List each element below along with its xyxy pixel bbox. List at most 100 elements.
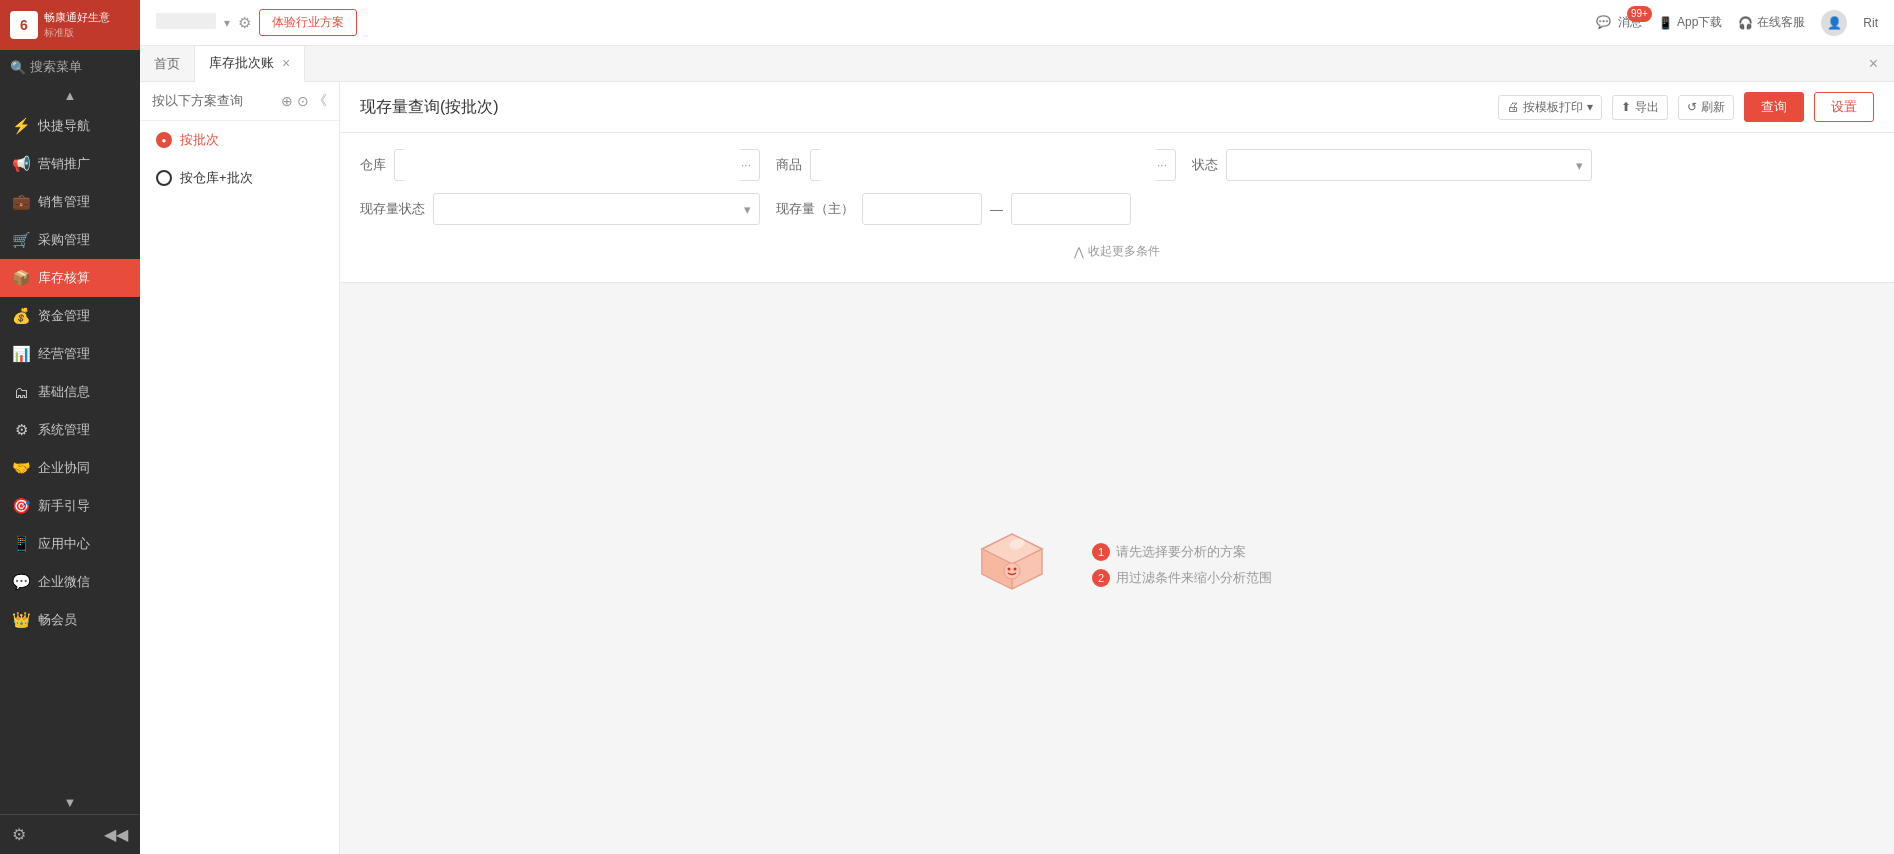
- sidebar-item-label-sales: 销售管理: [38, 193, 90, 211]
- vip-icon: 👑: [12, 611, 30, 629]
- refresh-btn[interactable]: ↺ 刷新: [1678, 95, 1734, 120]
- username[interactable]: Rit: [1863, 16, 1878, 30]
- sidebar-item-app-center[interactable]: 📱 应用中心: [0, 525, 140, 563]
- sidebar-item-label-basic: 基础信息: [38, 383, 90, 401]
- svg-point-7: [1014, 567, 1017, 570]
- finance-icon: 💰: [12, 307, 30, 325]
- collapse-left-panel-btn[interactable]: 《: [313, 92, 327, 110]
- trial-btn[interactable]: 体验行业方案: [259, 9, 357, 36]
- print-btn[interactable]: 🖨 按模板打印 ▾: [1498, 95, 1602, 120]
- message-btn[interactable]: 💬 99+ 消息: [1596, 14, 1642, 31]
- filter-stock-qty: 现存量（主） —: [776, 193, 1176, 225]
- main: ▾ ⚙ 体验行业方案 💬 99+ 消息 📱 App下载 🎧 在线客服 👤 Rit: [140, 0, 1894, 854]
- collapse-icon: ⋀: [1074, 245, 1084, 259]
- sidebar-item-system[interactable]: ⚙ 系统管理: [0, 411, 140, 449]
- product-input-wrap[interactable]: ···: [810, 149, 1176, 181]
- sidebar-company-name: 畅康通好生意: [44, 10, 110, 25]
- close-all-tabs-icon[interactable]: ×: [1869, 55, 1878, 73]
- app-center-icon: 📱: [12, 535, 30, 553]
- sidebar-item-operations[interactable]: 📊 经营管理: [0, 335, 140, 373]
- product-input[interactable]: [819, 149, 1157, 181]
- sidebar-item-newbie[interactable]: 🎯 新手引导: [0, 487, 140, 525]
- status-select[interactable]: ▾: [1226, 149, 1592, 181]
- scheme-settings-btn[interactable]: ⊙: [297, 93, 309, 109]
- export-label: 导出: [1635, 99, 1659, 116]
- left-panel-title: 按以下方案查询: [152, 92, 243, 110]
- query-btn[interactable]: 查询: [1744, 92, 1804, 122]
- sidebar-item-basic[interactable]: 🗂 基础信息: [0, 373, 140, 411]
- quick-nav-icon: ⚡: [12, 117, 30, 135]
- stock-qty-max-input[interactable]: [1011, 193, 1131, 225]
- scheme-dot-by-batch: ●: [156, 132, 172, 148]
- sidebar-search[interactable]: 🔍 搜索菜单: [0, 50, 140, 84]
- sidebar-item-label-finance: 资金管理: [38, 307, 90, 325]
- settings-btn[interactable]: 设置: [1814, 92, 1874, 122]
- topbar-dropdown-icon[interactable]: ▾: [224, 16, 230, 30]
- svg-point-6: [1008, 567, 1011, 570]
- scheme-item-by-batch[interactable]: ● 按批次: [140, 121, 339, 159]
- refresh-label: 刷新: [1701, 99, 1725, 116]
- hint-text-1: 请先选择要分析的方案: [1116, 543, 1246, 561]
- sidebar-item-inventory[interactable]: 📦 库存核算: [0, 259, 140, 297]
- sidebar-item-marketing[interactable]: 📢 营销推广: [0, 145, 140, 183]
- sidebar-item-label-purchase: 采购管理: [38, 231, 90, 249]
- purchase-icon: 🛒: [12, 231, 30, 249]
- basic-icon: 🗂: [12, 383, 30, 401]
- status-label: 状态: [1192, 156, 1218, 174]
- collapse-sidebar-icon[interactable]: ◀◀: [104, 825, 128, 844]
- sidebar-item-enterprise[interactable]: 🤝 企业协同: [0, 449, 140, 487]
- warehouse-input-wrap[interactable]: ···: [394, 149, 760, 181]
- scheme-label-by-batch: 按批次: [180, 131, 219, 149]
- system-icon: ⚙: [12, 421, 30, 439]
- sidebar-item-label-newbie: 新手引导: [38, 497, 90, 515]
- sidebar-scroll-up[interactable]: ▲: [0, 84, 140, 107]
- empty-hints: 1 请先选择要分析的方案 2 用过滤条件来缩小分析范围: [1092, 543, 1272, 595]
- status-dropdown-icon: ▾: [1576, 158, 1583, 173]
- stock-status-select[interactable]: ▾: [433, 193, 760, 225]
- tab-inventory-batch[interactable]: 库存批次账 ×: [195, 46, 305, 82]
- left-panel-header: 按以下方案查询 ⊕ ⊙ 《: [140, 82, 339, 121]
- sidebar-item-finance[interactable]: 💰 资金管理: [0, 297, 140, 335]
- sidebar-item-quick-nav[interactable]: ⚡ 快捷导航: [0, 107, 140, 145]
- sidebar-menu: ⚡ 快捷导航 📢 营销推广 💼 销售管理 🛒 采购管理 📦 库存核算 💰 资金管…: [0, 107, 140, 791]
- export-icon: ⬆: [1621, 100, 1631, 114]
- product-dots-btn[interactable]: ···: [1157, 158, 1167, 172]
- sidebar-item-vip[interactable]: 👑 畅会员: [0, 601, 140, 639]
- warehouse-dots-btn[interactable]: ···: [741, 158, 751, 172]
- right-panel: 现存量查询(按批次) 🖨 按模板打印 ▾ ⬆ 导出 ↺ 刷新: [340, 82, 1894, 854]
- left-panel-actions: ⊕ ⊙ 《: [281, 92, 327, 110]
- filter-row-1: 仓库 ··· 商品 ···: [360, 149, 1874, 181]
- stock-status-dropdown-icon: ▾: [744, 202, 751, 217]
- enterprise-icon: 🤝: [12, 459, 30, 477]
- print-dropdown-icon[interactable]: ▾: [1587, 100, 1593, 114]
- service-icon: 🎧: [1738, 16, 1753, 30]
- sidebar-item-purchase[interactable]: 🛒 采购管理: [0, 221, 140, 259]
- message-badge: 99+: [1627, 6, 1652, 22]
- stock-qty-min-input[interactable]: [862, 193, 982, 225]
- online-service-btn[interactable]: 🎧 在线客服: [1738, 14, 1805, 31]
- app-download-btn[interactable]: 📱 App下载: [1658, 14, 1722, 31]
- tab-home[interactable]: 首页: [140, 46, 195, 81]
- user-avatar[interactable]: 👤: [1821, 10, 1847, 36]
- print-icon: 🖨: [1507, 100, 1519, 114]
- sidebar-item-label-system: 系统管理: [38, 421, 90, 439]
- sidebar-logo: 6: [10, 11, 38, 39]
- page-header: 现存量查询(按批次) 🖨 按模板打印 ▾ ⬆ 导出 ↺ 刷新: [340, 82, 1894, 133]
- warehouse-input[interactable]: [403, 149, 741, 181]
- sidebar-scroll-down[interactable]: ▼: [0, 791, 140, 814]
- sidebar-item-wechat[interactable]: 💬 企业微信: [0, 563, 140, 601]
- svg-point-5: [1004, 563, 1020, 579]
- collapse-filter-btn[interactable]: ⋀ 收起更多条件: [360, 237, 1874, 266]
- sidebar-item-sales[interactable]: 💼 销售管理: [0, 183, 140, 221]
- settings-icon[interactable]: ⚙: [12, 825, 26, 844]
- empty-hint-1: 1 请先选择要分析的方案: [1092, 543, 1272, 561]
- topbar-gear-icon[interactable]: ⚙: [238, 14, 251, 32]
- scheme-item-by-warehouse-batch[interactable]: 按仓库+批次: [140, 159, 339, 197]
- add-scheme-btn[interactable]: ⊕: [281, 93, 293, 109]
- export-btn[interactable]: ⬆ 导出: [1612, 95, 1668, 120]
- sidebar-edition: 标准版: [44, 26, 110, 40]
- topbar-breadcrumb: [156, 13, 216, 32]
- app-download-label: App下载: [1677, 14, 1722, 31]
- tab-close-inventory-batch[interactable]: ×: [282, 55, 290, 71]
- sidebar-header: 6 畅康通好生意 标准版: [0, 0, 140, 50]
